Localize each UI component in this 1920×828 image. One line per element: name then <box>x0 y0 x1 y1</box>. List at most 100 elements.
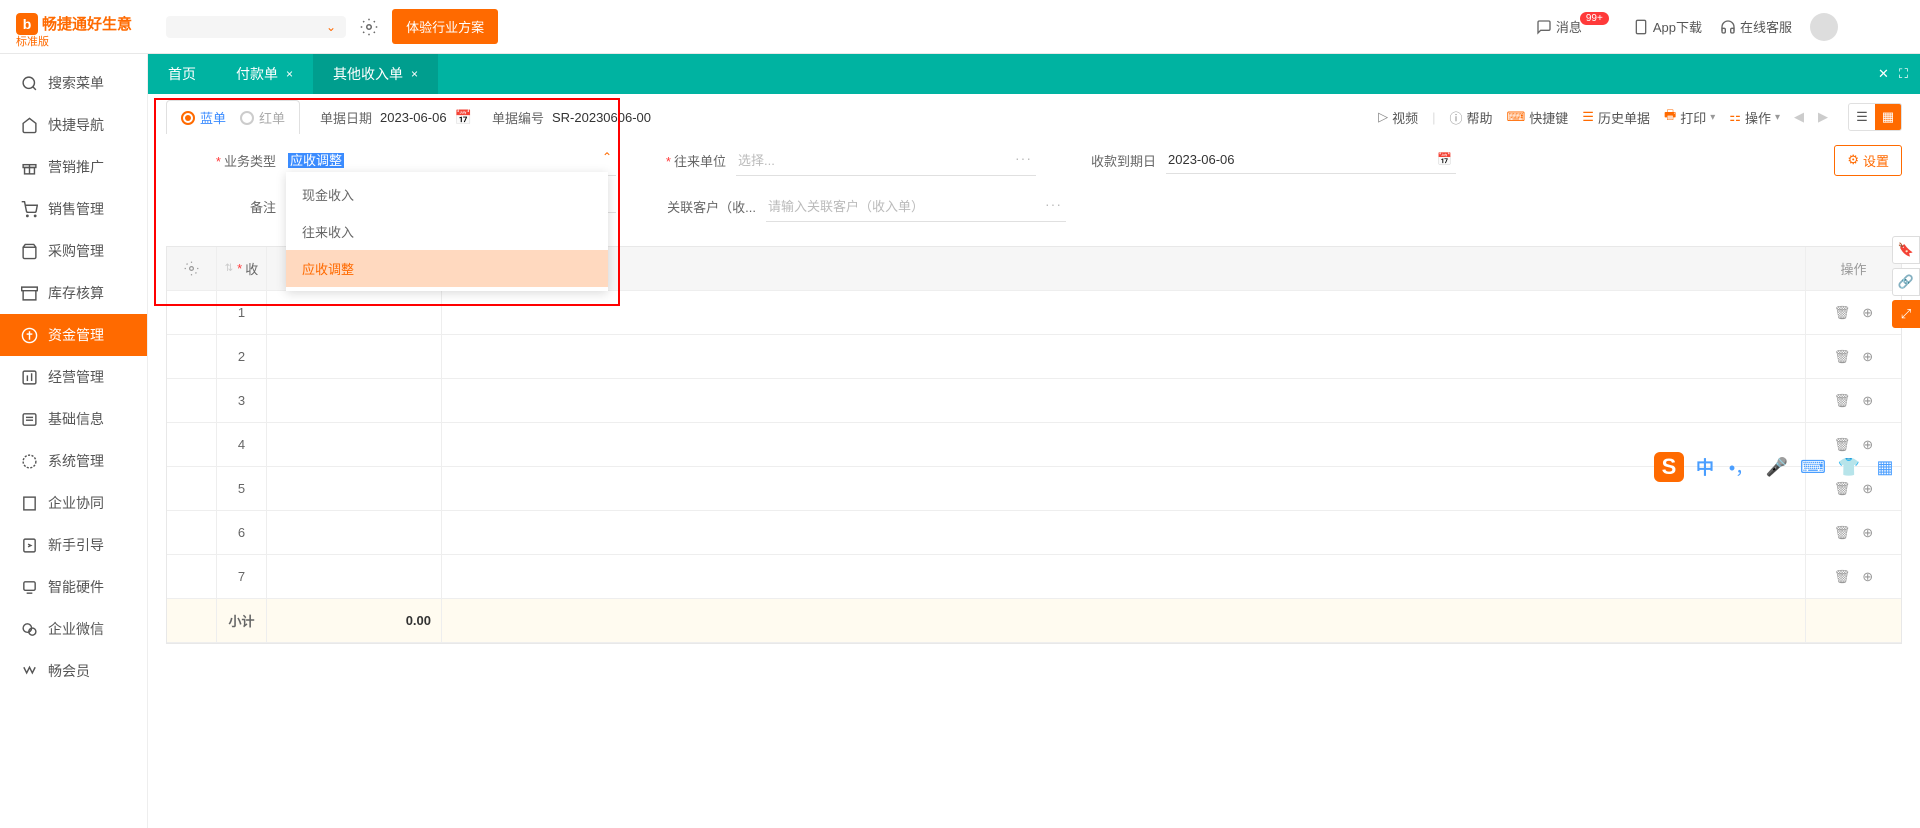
delete-icon[interactable]: 🗑 <box>1834 393 1851 409</box>
tab-home[interactable]: 首页 <box>148 54 216 94</box>
close-icon[interactable]: × <box>411 67 418 81</box>
expand-icon[interactable]: ⛶ <box>1899 66 1908 82</box>
expand-orange-icon[interactable]: ⤢ <box>1892 300 1920 328</box>
message-button[interactable]: 消息 99+ <box>1536 17 1615 36</box>
sidebar-label: 库存核算 <box>48 283 104 303</box>
box-icon <box>20 284 38 302</box>
table-row[interactable]: 1🗑⊕ <box>167 291 1901 335</box>
search-icon <box>20 74 38 92</box>
sidebar-item-system[interactable]: 系统管理 <box>0 440 147 482</box>
dropdown-option[interactable]: 往来收入 <box>286 213 608 250</box>
calendar-icon[interactable]: 📅 <box>455 109 472 126</box>
card-view-icon[interactable]: ▦ <box>1875 104 1901 130</box>
sidebar-item-finance[interactable]: 资金管理 <box>0 314 147 356</box>
delete-icon[interactable]: 🗑 <box>1834 525 1851 541</box>
ime-keyboard-icon[interactable]: ⌨ <box>1798 452 1828 482</box>
list-view-icon[interactable]: ☰ <box>1849 104 1875 130</box>
ime-punct-icon[interactable]: •， <box>1726 452 1756 482</box>
ime-skin-icon[interactable]: 👕 <box>1834 452 1864 482</box>
due-date-input[interactable]: 2023-06-06 📅 <box>1166 146 1456 174</box>
table-row[interactable]: 7🗑⊕ <box>167 555 1901 599</box>
table-row[interactable]: 2🗑⊕ <box>167 335 1901 379</box>
table-row[interactable]: 6 🗑 ⊕ <box>167 511 1901 555</box>
operate-button[interactable]: ⚏操作▾ <box>1729 108 1780 127</box>
sidebar-item-search[interactable]: 搜索菜单 <box>0 62 147 104</box>
ellipsis-icon[interactable]: ··· <box>1015 150 1032 166</box>
company-selector[interactable]: ⌄ <box>166 16 346 38</box>
table-row[interactable]: 3 🗑 ⊕ <box>167 379 1901 423</box>
delete-icon[interactable]: 🗑 <box>1834 437 1851 453</box>
calendar-icon[interactable]: 📅 <box>1437 152 1452 166</box>
message-badge: 99+ <box>1580 12 1609 25</box>
link-icon[interactable]: 🔗 <box>1892 268 1920 296</box>
radio-red[interactable]: 红单 <box>240 108 285 127</box>
delete-icon[interactable]: 🗑 <box>1834 349 1851 365</box>
settings-column[interactable] <box>167 247 217 290</box>
data-table: ⇅*收 操作 1🗑⊕ 2🗑⊕ 3🗑⊕ 4🗑⊕ 5🗑⊕ 6🗑⊕ 7🗑⊕ 小计 0.… <box>166 246 1902 644</box>
sidebar-item-marketing[interactable]: 营销推广 <box>0 146 147 188</box>
table-row[interactable]: 4 🗑 ⊕ <box>167 423 1901 467</box>
print-button[interactable]: 🖶打印▾ <box>1664 106 1715 128</box>
copy-icon[interactable]: ⊕ <box>1862 525 1873 541</box>
ime-lang-icon[interactable]: 中 <box>1690 452 1720 482</box>
next-icon[interactable]: ▶ <box>1818 109 1828 125</box>
close-all-icon[interactable]: ✕ <box>1878 66 1889 82</box>
settings-gear-icon[interactable] <box>360 18 378 36</box>
ime-voice-icon[interactable]: 🎤 <box>1762 452 1792 482</box>
copy-icon[interactable]: ⊕ <box>1862 393 1873 409</box>
online-service-button[interactable]: 在线客服 <box>1720 17 1792 36</box>
trial-button[interactable]: 体验行业方案 <box>392 9 498 44</box>
ime-logo-icon[interactable]: S <box>1654 452 1684 482</box>
radio-blue[interactable]: 蓝单 <box>181 108 226 127</box>
row-index: 3 <box>217 379 267 422</box>
related-customer-field: 关联客户（收... 请输入关联客户（收入单） ··· <box>656 190 1066 222</box>
sidebar-item-guide[interactable]: 新手引导 <box>0 524 147 566</box>
video-button[interactable]: ▷视频 <box>1378 108 1418 127</box>
settings-button[interactable]: ⚙ 设置 <box>1834 145 1902 176</box>
history-button[interactable]: ☰历史单据 <box>1582 108 1650 127</box>
user-area[interactable] <box>1810 13 1904 41</box>
copy-icon[interactable]: ⊕ <box>1862 437 1873 453</box>
sidebar-item-basedata[interactable]: 基础信息 <box>0 398 147 440</box>
prev-icon[interactable]: ◀ <box>1794 109 1804 125</box>
tab-payment[interactable]: 付款单× <box>216 54 313 94</box>
close-icon[interactable]: × <box>286 67 293 81</box>
delete-icon[interactable]: 🗑 <box>1834 305 1851 321</box>
table-row[interactable]: 5🗑⊕ <box>167 467 1901 511</box>
dropdown-option[interactable]: 应收调整 <box>286 250 608 287</box>
sidebar-item-inventory[interactable]: 库存核算 <box>0 272 147 314</box>
delete-icon[interactable]: 🗑 <box>1834 481 1851 497</box>
sidebar-item-purchase[interactable]: 采购管理 <box>0 230 147 272</box>
sidebar-item-quicknav[interactable]: 快捷导航 <box>0 104 147 146</box>
help-icon: ⓘ <box>1449 108 1462 127</box>
doc-num-label: 单据编号 <box>492 108 544 127</box>
partner-select[interactable]: 选择... ··· <box>736 144 1036 176</box>
gear-icon <box>20 452 38 470</box>
sidebar-item-operations[interactable]: 经营管理 <box>0 356 147 398</box>
content-area: 首页 付款单× 其他收入单× ✕ ⛶ 蓝单 红单 单据日期 2023-06-06… <box>148 54 1920 828</box>
related-input[interactable]: 请输入关联客户（收入单） ··· <box>766 190 1066 222</box>
sidebar-item-wechat[interactable]: 企业微信 <box>0 608 147 650</box>
sidebar-item-collab[interactable]: 企业协同 <box>0 482 147 524</box>
doc-date-value[interactable]: 2023-06-06 <box>380 110 447 125</box>
sidebar-item-sales[interactable]: 销售管理 <box>0 188 147 230</box>
ellipsis-icon[interactable]: ··· <box>1045 196 1062 212</box>
app-download-button[interactable]: App下载 <box>1633 17 1702 36</box>
partner-label: *往来单位 <box>656 151 726 170</box>
delete-icon[interactable]: 🗑 <box>1834 569 1851 585</box>
shortcut-button[interactable]: ⌨快捷键 <box>1507 108 1569 127</box>
sidebar-item-hardware[interactable]: 智能硬件 <box>0 566 147 608</box>
ime-menu-icon[interactable]: ▦ <box>1870 452 1900 482</box>
row-index: 6 <box>217 511 267 554</box>
biz-type-select[interactable]: 应收调整 ⌃ 现金收入 往来收入 应收调整 <box>286 144 616 176</box>
sidebar-item-member[interactable]: 畅会员 <box>0 650 147 692</box>
copy-icon[interactable]: ⊕ <box>1862 569 1873 585</box>
copy-icon[interactable]: ⊕ <box>1862 305 1873 321</box>
dropdown-option[interactable]: 现金收入 <box>286 176 608 213</box>
tag-icon[interactable]: 🔖 <box>1892 236 1920 264</box>
row-index: 4 <box>217 423 267 466</box>
tab-other-income[interactable]: 其他收入单× <box>313 54 438 94</box>
help-button[interactable]: ⓘ帮助 <box>1449 108 1492 127</box>
copy-icon[interactable]: ⊕ <box>1862 349 1873 365</box>
copy-icon[interactable]: ⊕ <box>1862 481 1873 497</box>
